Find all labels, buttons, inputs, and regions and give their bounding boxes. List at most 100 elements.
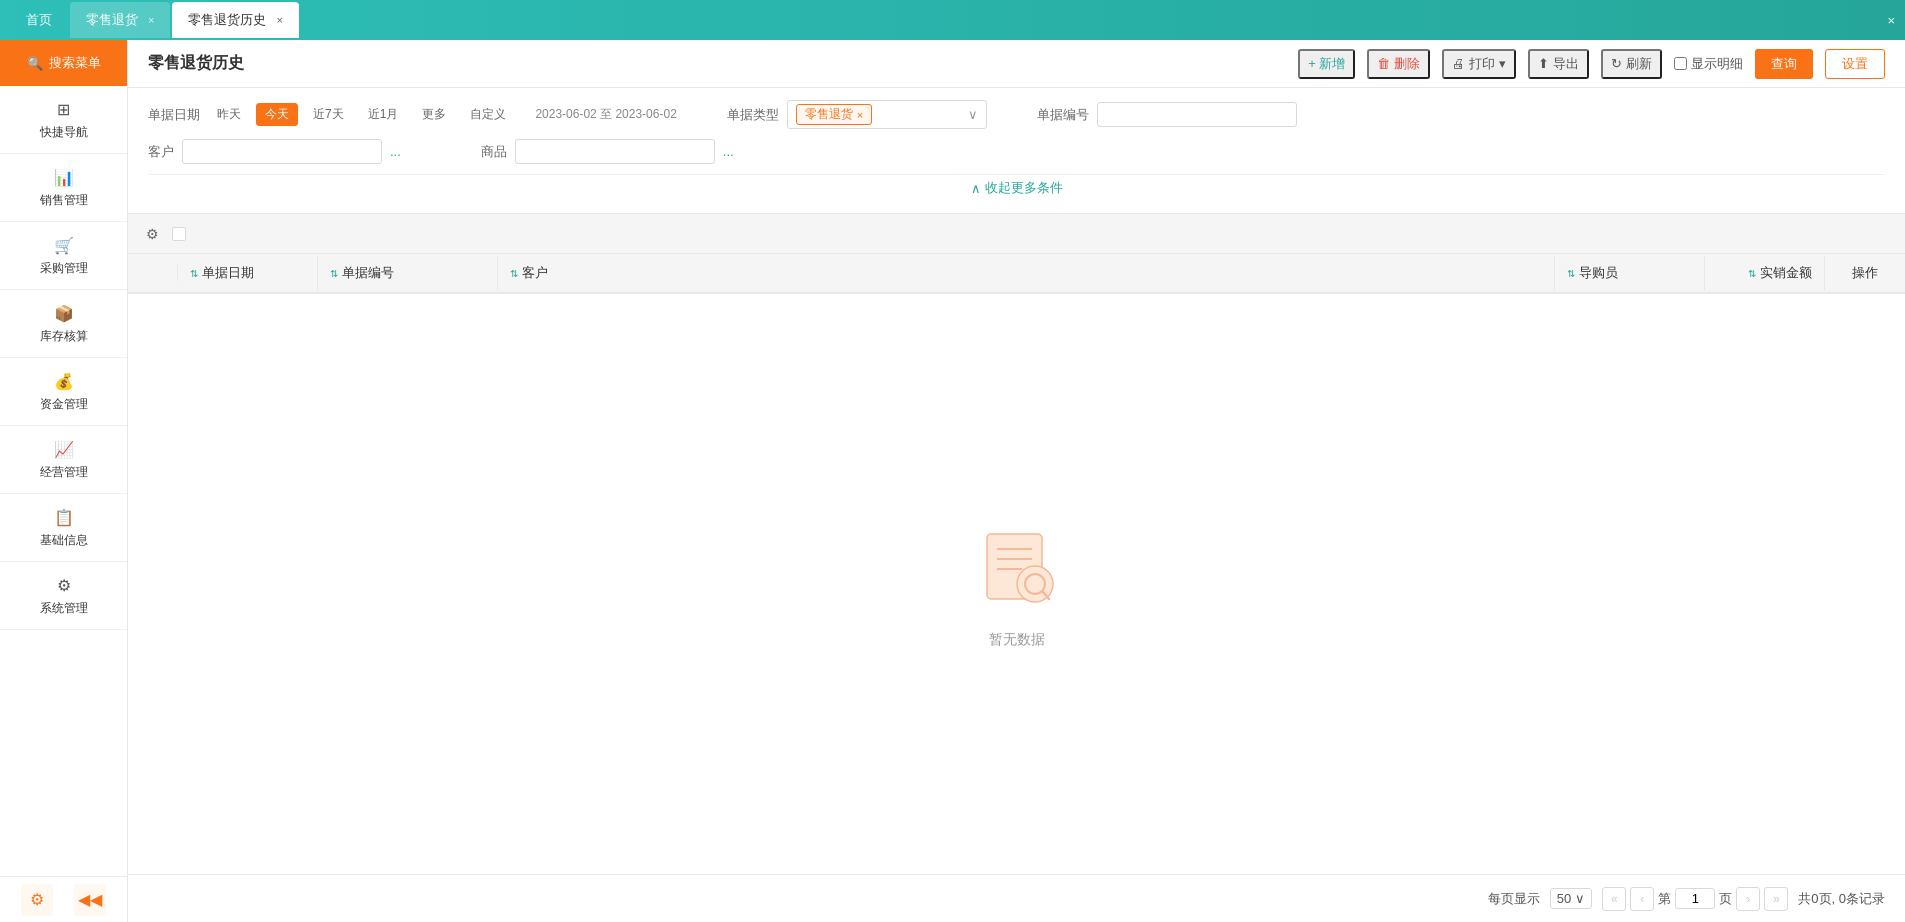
customer-input[interactable] [182, 139, 382, 164]
sidebar-item-base-info[interactable]: 📋 基础信息 [0, 494, 127, 562]
sidebar-item-system-label: 系统管理 [40, 600, 88, 617]
new-button[interactable]: + 新增 [1298, 49, 1355, 79]
bill-type-tag: 零售退货 × [796, 104, 872, 125]
th-amount-label: 实销金额 [1760, 264, 1812, 282]
quick-nav-icon: ⊞ [53, 98, 75, 120]
print-arrow: ▾ [1499, 56, 1506, 71]
sidebar-item-quick-nav-label: 快捷导航 [40, 124, 88, 141]
sidebar-item-purchase[interactable]: 🛒 采购管理 [0, 222, 127, 290]
page-input[interactable] [1675, 888, 1715, 909]
prev-page-btn[interactable]: ‹ [1630, 887, 1654, 911]
date-btn-more[interactable]: 更多 [413, 103, 455, 126]
filter-row-1: 单据日期 昨天 今天 近7天 近1月 更多 自定义 2023-06-02 至 2… [148, 100, 1885, 129]
print-label: 打印 [1469, 55, 1495, 73]
sidebar-collapse-btn[interactable]: ◀◀ [74, 884, 106, 916]
refresh-icon: ↻ [1611, 56, 1622, 71]
page-size-value: 50 [1557, 891, 1571, 906]
sidebar-item-purchase-label: 采购管理 [40, 260, 88, 277]
page-header: 零售退货历史 + 新增 🗑 删除 🖨 打印 ▾ ⬆ 导出 ↻ 刷新 [128, 40, 1905, 88]
tab-return[interactable]: 零售退货 × [70, 2, 170, 38]
th-amount[interactable]: ⇅ 实销金额 [1705, 256, 1825, 290]
th-date[interactable]: ⇅ 单据日期 [178, 256, 318, 290]
sidebar-search[interactable]: 🔍 搜索菜单 [0, 40, 127, 86]
sidebar-item-finance[interactable]: 💰 资金管理 [0, 358, 127, 426]
date-btn-prev[interactable]: 昨天 [208, 103, 250, 126]
date-btn-custom[interactable]: 自定义 [461, 103, 515, 126]
sidebar-search-label: 搜索菜单 [49, 54, 101, 72]
goods-label: 商品 [481, 143, 507, 161]
export-button[interactable]: ⬆ 导出 [1528, 49, 1589, 79]
display-detail-input[interactable] [1674, 57, 1687, 70]
tab-return-history[interactable]: 零售退货历史 × [172, 2, 298, 38]
select-all-checkbox[interactable] [172, 227, 186, 241]
date-btn-7days[interactable]: 近7天 [304, 103, 353, 126]
per-page-label: 每页显示 [1488, 890, 1540, 908]
th-guide-label: 导购员 [1579, 264, 1618, 282]
sidebar-item-quick-nav[interactable]: ⊞ 快捷导航 [0, 86, 127, 154]
top-bar-close[interactable]: × [1887, 13, 1895, 28]
sidebar-bottom: ⚙ ◀◀ [0, 876, 127, 922]
inventory-icon: 📦 [53, 302, 75, 324]
sidebar-item-operations-label: 经营管理 [40, 464, 88, 481]
tab-home[interactable]: 首页 [10, 2, 68, 38]
display-detail-label: 显示明细 [1691, 55, 1743, 73]
sidebar-item-sales-label: 销售管理 [40, 192, 88, 209]
sidebar-item-sales[interactable]: 📊 销售管理 [0, 154, 127, 222]
query-button[interactable]: 查询 [1755, 49, 1813, 79]
bill-type-tag-text: 零售退货 [805, 106, 853, 123]
goods-dots[interactable]: ... [723, 144, 734, 159]
th-date-label: 单据日期 [202, 264, 254, 282]
collapse-btn[interactable]: ∧ 收起更多条件 [148, 174, 1885, 201]
th-sort-date-icon: ⇅ [190, 268, 198, 279]
bill-no-input[interactable] [1097, 102, 1297, 127]
sidebar-item-operations[interactable]: 📈 经营管理 [0, 426, 127, 494]
bill-type-select[interactable]: 零售退货 × ∨ [787, 100, 987, 129]
tab-return-label: 零售退货 [86, 11, 138, 29]
table-settings-icon[interactable]: ⚙ [140, 222, 164, 246]
filter-row-2: 客户 ... 商品 ... [148, 139, 1885, 164]
tab-return-close[interactable]: × [148, 14, 154, 26]
export-label: 导出 [1553, 55, 1579, 73]
date-btn-today[interactable]: 今天 [256, 103, 298, 126]
tab-return-history-close[interactable]: × [276, 14, 282, 26]
sidebar-item-finance-label: 资金管理 [40, 396, 88, 413]
refresh-label: 刷新 [1626, 55, 1652, 73]
sidebar-item-system[interactable]: ⚙ 系统管理 [0, 562, 127, 630]
print-icon: 🖨 [1452, 56, 1465, 71]
sidebar-settings-btn[interactable]: ⚙ [21, 884, 53, 916]
table-toolbar: ⚙ [128, 214, 1905, 254]
th-bill-no[interactable]: ⇅ 单据编号 [318, 256, 498, 290]
date-btn-month[interactable]: 近1月 [359, 103, 408, 126]
goods-input[interactable] [515, 139, 715, 164]
content-area: 零售退货历史 + 新增 🗑 删除 🖨 打印 ▾ ⬆ 导出 ↻ 刷新 [128, 40, 1905, 922]
display-detail-checkbox[interactable]: 显示明细 [1674, 55, 1743, 73]
th-customer[interactable]: ⇅ 客户 [498, 256, 1555, 290]
export-icon: ⬆ [1538, 56, 1549, 71]
operations-icon: 📈 [53, 438, 75, 460]
page-title: 零售退货历史 [148, 53, 1298, 74]
first-page-btn[interactable]: « [1602, 887, 1626, 911]
page-size-select[interactable]: 50 ∨ [1550, 888, 1592, 909]
page-unit: 页 [1719, 890, 1732, 908]
print-button[interactable]: 🖨 打印 ▾ [1442, 49, 1516, 79]
last-page-btn[interactable]: » [1764, 887, 1788, 911]
delete-button[interactable]: 🗑 删除 [1367, 49, 1430, 79]
bill-no-filter-item: 单据编号 [1037, 102, 1297, 127]
page-size-arrow: ∨ [1575, 891, 1585, 906]
bill-type-tag-close[interactable]: × [857, 109, 863, 121]
bill-no-label: 单据编号 [1037, 106, 1089, 124]
top-bar: 首页 零售退货 × 零售退货历史 × × [0, 0, 1905, 40]
next-page-btn[interactable]: › [1736, 887, 1760, 911]
sidebar-item-inventory[interactable]: 📦 库存核算 [0, 290, 127, 358]
customer-dots[interactable]: ... [390, 144, 401, 159]
th-guide[interactable]: ⇅ 导购员 [1555, 256, 1705, 290]
total-label: 共0页, 0条记录 [1798, 890, 1885, 908]
goods-filter-item: 商品 ... [481, 139, 734, 164]
refresh-button[interactable]: ↻ 刷新 [1601, 49, 1662, 79]
th-sort-customer-icon: ⇅ [510, 268, 518, 279]
empty-icon [967, 519, 1067, 619]
page-label: 第 [1658, 890, 1671, 908]
table-section: ⚙ ⇅ 单据日期 ⇅ 单据编号 ⇅ 客户 ⇅ 导购 [128, 214, 1905, 874]
settings-button[interactable]: 设置 [1825, 49, 1885, 79]
date-range-text: 2023-06-02 至 2023-06-02 [535, 106, 676, 123]
